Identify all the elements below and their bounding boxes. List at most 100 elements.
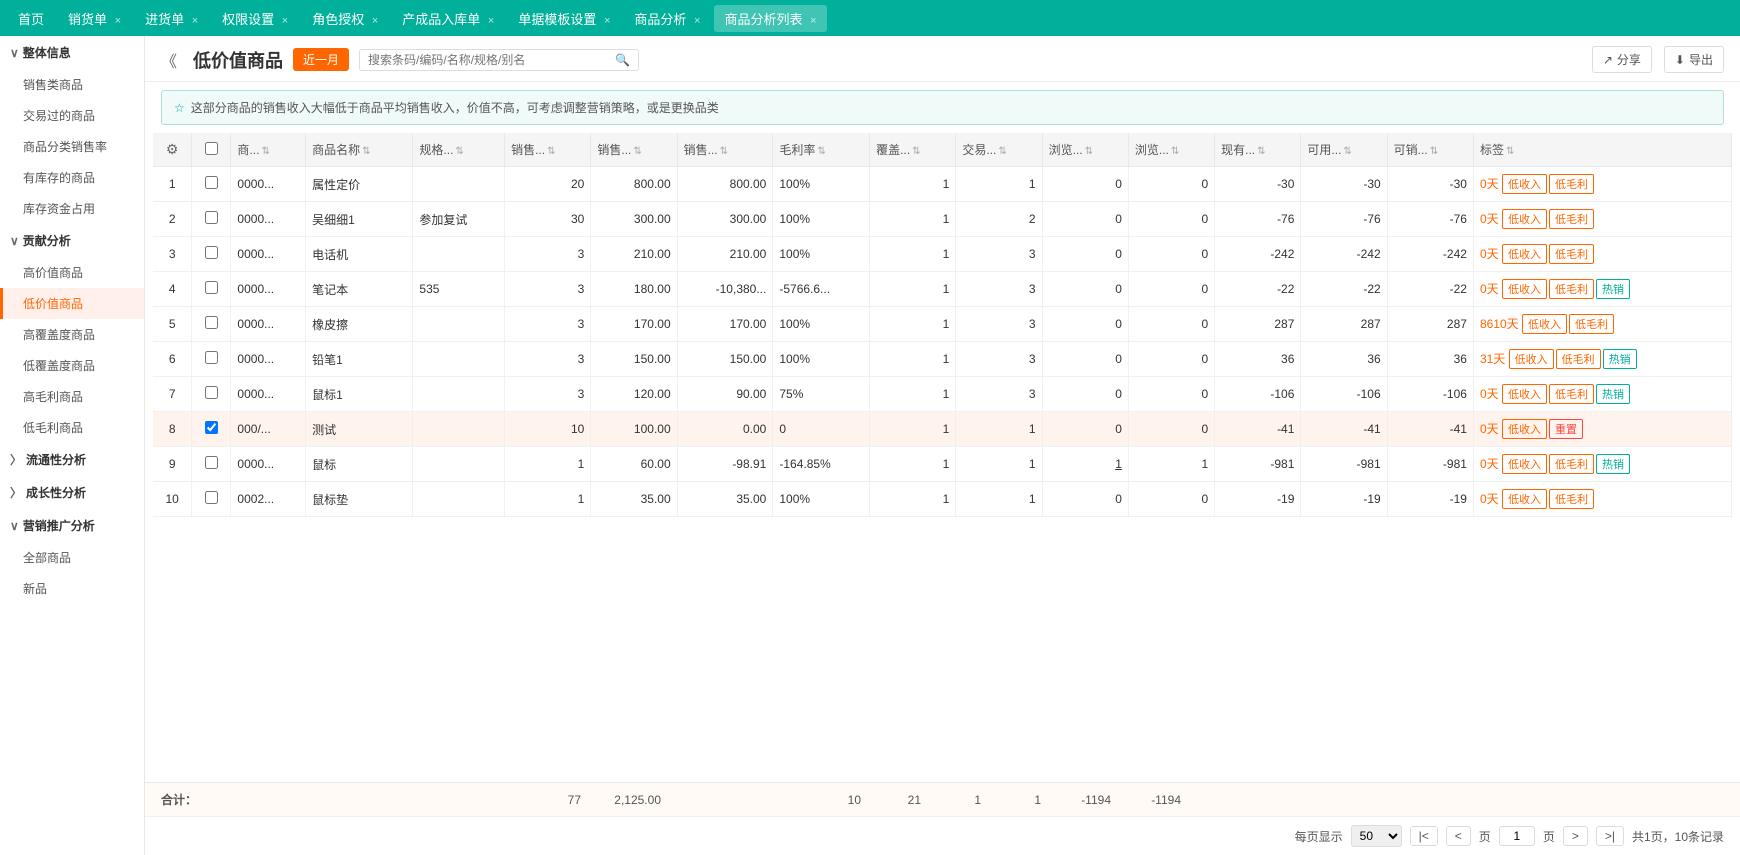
th-settings[interactable]: ⚙ (153, 133, 192, 167)
tag-badge: 低收入 (1502, 454, 1547, 474)
td-name: 鼠标1 (306, 377, 413, 412)
td-checkbox[interactable] (192, 447, 231, 482)
row-checkbox[interactable] (205, 456, 218, 469)
th-checkbox[interactable] (192, 133, 231, 167)
td-name: 笔记本 (306, 272, 413, 307)
td-checkbox[interactable] (192, 202, 231, 237)
select-all-checkbox[interactable] (205, 142, 218, 155)
nav-analysis-close[interactable]: × (694, 15, 700, 27)
th-code[interactable]: 商...⇅ (231, 133, 306, 167)
th-spec[interactable]: 规格...⇅ (413, 133, 505, 167)
td-view1: 0 (1042, 342, 1128, 377)
nav-template[interactable]: 单据模板设置 × (508, 5, 620, 32)
page-input[interactable] (1499, 826, 1535, 846)
nav-home[interactable]: 首页 (8, 5, 54, 32)
th-view2[interactable]: 浏览...⇅ (1128, 133, 1214, 167)
th-gross-margin[interactable]: 毛利率⇅ (773, 133, 870, 167)
prev-page-btn[interactable]: < (1446, 826, 1471, 846)
sidebar-item-stocked-goods[interactable]: 有库存的商品 (0, 162, 144, 193)
sidebar-group-contribution[interactable]: ∨ 贡献分析 (0, 224, 144, 257)
row-checkbox[interactable] (205, 421, 218, 434)
td-stock-avail: -22 (1301, 272, 1387, 307)
nav-inbound[interactable]: 产成品入库单 × (392, 5, 504, 32)
th-tags[interactable]: 标签⇅ (1473, 133, 1731, 167)
sidebar-group-overview[interactable]: ∨ 整体信息 (0, 36, 144, 69)
settings-icon[interactable]: ⚙ (166, 141, 179, 157)
sidebar-group-liquidity[interactable]: 〉 流通性分析 (0, 443, 144, 476)
th-view1[interactable]: 浏览...⇅ (1042, 133, 1128, 167)
nav-sales-close[interactable]: × (115, 15, 121, 27)
th-coverage[interactable]: 覆盖...⇅ (870, 133, 956, 167)
sidebar-item-low-margin[interactable]: 低毛利商品 (0, 412, 144, 443)
sidebar-item-high-margin[interactable]: 高毛利商品 (0, 381, 144, 412)
td-checkbox[interactable] (192, 237, 231, 272)
td-coverage: 1 (870, 272, 956, 307)
row-checkbox[interactable] (205, 211, 218, 224)
td-stock-avail: -106 (1301, 377, 1387, 412)
nav-analysis-list-close[interactable]: × (810, 15, 816, 27)
td-view2: 0 (1128, 307, 1214, 342)
th-sales-price[interactable]: 销售...⇅ (591, 133, 677, 167)
period-button[interactable]: 近一月 (293, 48, 349, 71)
sidebar-group-growth[interactable]: 〉 成长性分析 (0, 476, 144, 509)
th-stock-current[interactable]: 现有...⇅ (1215, 133, 1301, 167)
sidebar-item-all-goods[interactable]: 全部商品 (0, 542, 144, 573)
th-sales-qty[interactable]: 销售...⇅ (505, 133, 591, 167)
sidebar-item-traded-goods[interactable]: 交易过的商品 (0, 100, 144, 131)
td-checkbox[interactable] (192, 272, 231, 307)
td-stock-current: 287 (1215, 307, 1301, 342)
next-page-btn[interactable]: > (1563, 826, 1588, 846)
search-icon[interactable]: 🔍 (615, 53, 630, 67)
td-sales-price: 180.00 (591, 272, 677, 307)
first-page-btn[interactable]: |< (1410, 826, 1438, 846)
sidebar-item-sales-goods[interactable]: 销售类商品 (0, 69, 144, 100)
nav-permission[interactable]: 权限设置 × (212, 5, 298, 32)
th-sales-amount[interactable]: 销售...⇅ (677, 133, 773, 167)
nav-analysis[interactable]: 商品分析 × (624, 5, 710, 32)
nav-inbound-close[interactable]: × (488, 15, 494, 27)
nav-role-close[interactable]: × (372, 15, 378, 27)
collapse-sidebar-btn[interactable]: 《 (161, 48, 177, 72)
row-checkbox[interactable] (205, 351, 218, 364)
nav-template-close[interactable]: × (604, 15, 610, 27)
sidebar-item-low-coverage[interactable]: 低覆盖度商品 (0, 350, 144, 381)
search-input[interactable] (368, 53, 615, 67)
nav-analysis-list[interactable]: 商品分析列表 × (714, 5, 826, 32)
nav-purchase-close[interactable]: × (192, 15, 198, 27)
sidebar-item-stock-capital[interactable]: 库存资金占用 (0, 193, 144, 224)
td-checkbox[interactable] (192, 412, 231, 447)
nav-role[interactable]: 角色授权 × (302, 5, 388, 32)
th-name[interactable]: 商品名称⇅ (306, 133, 413, 167)
view1-link[interactable]: 1 (1115, 457, 1122, 471)
th-stock-sell[interactable]: 可销...⇅ (1387, 133, 1473, 167)
row-checkbox[interactable] (205, 491, 218, 504)
row-checkbox[interactable] (205, 176, 218, 189)
row-checkbox[interactable] (205, 281, 218, 294)
export-button[interactable]: ⬇ 导出 (1664, 46, 1724, 73)
td-sales-qty: 1 (505, 447, 591, 482)
nav-sales[interactable]: 销货单 × (58, 5, 131, 32)
sidebar-item-new-goods[interactable]: 新品 (0, 573, 144, 604)
td-checkbox[interactable] (192, 307, 231, 342)
td-checkbox[interactable] (192, 167, 231, 202)
nav-permission-close[interactable]: × (282, 15, 288, 27)
sidebar-item-high-coverage[interactable]: 高覆盖度商品 (0, 319, 144, 350)
td-checkbox[interactable] (192, 342, 231, 377)
per-page-select[interactable]: 50 20 100 (1351, 825, 1402, 847)
sidebar-item-category-rate[interactable]: 商品分类销售率 (0, 131, 144, 162)
row-checkbox[interactable] (205, 386, 218, 399)
td-coverage: 1 (870, 202, 956, 237)
row-checkbox[interactable] (205, 246, 218, 259)
sidebar-item-low-value[interactable]: 低价值商品 (0, 288, 144, 319)
row-checkbox[interactable] (205, 316, 218, 329)
th-trade[interactable]: 交易...⇅ (956, 133, 1042, 167)
sidebar-item-high-value[interactable]: 高价值商品 (0, 257, 144, 288)
th-stock-avail[interactable]: 可用...⇅ (1301, 133, 1387, 167)
sidebar-group-marketing[interactable]: ∨ 营销推广分析 (0, 509, 144, 542)
share-button[interactable]: ↗ 分享 (1592, 46, 1652, 73)
last-page-btn[interactable]: >| (1596, 826, 1624, 846)
nav-purchase[interactable]: 进货单 × (135, 5, 208, 32)
td-checkbox[interactable] (192, 377, 231, 412)
td-name: 橡皮擦 (306, 307, 413, 342)
td-checkbox[interactable] (192, 482, 231, 517)
